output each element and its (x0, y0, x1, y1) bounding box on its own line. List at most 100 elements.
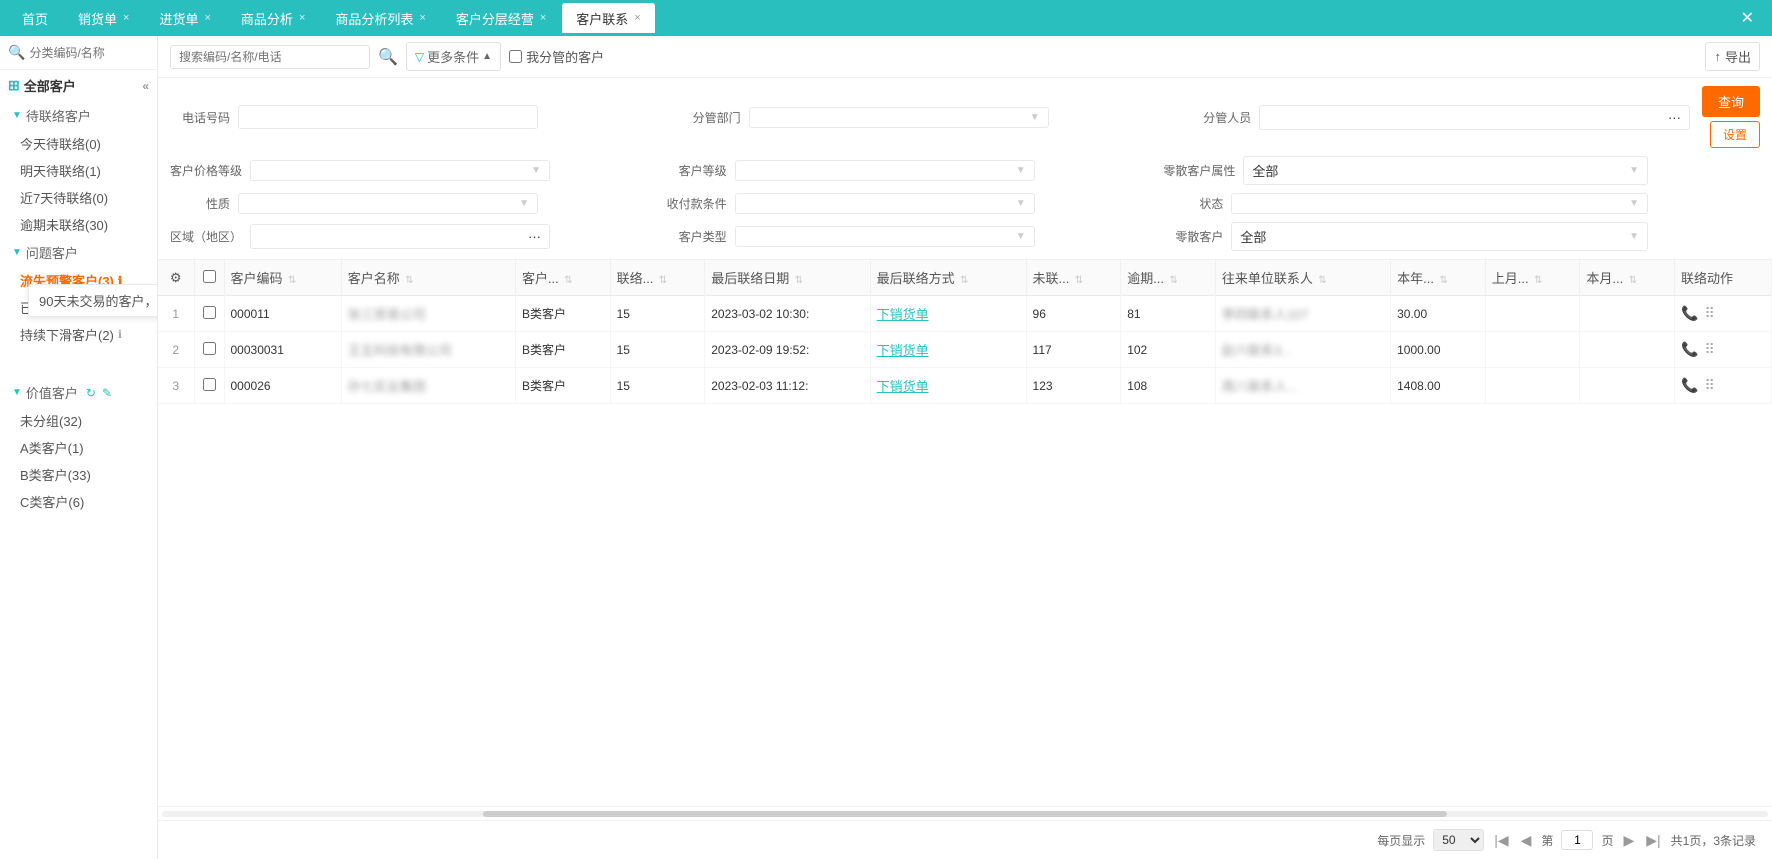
th-this-month-sort[interactable]: ⇅ (1629, 275, 1637, 286)
my-customer-checkbox[interactable] (509, 50, 522, 63)
th-code: 客户编码 ⇅ (224, 260, 341, 296)
page-prev-button[interactable]: ◀ (1519, 832, 1534, 849)
section-pending-label: 待联络客户 (26, 106, 91, 125)
sidebar-item-tomorrow[interactable]: 明天待联络(1) (0, 157, 157, 184)
row-3-phone-icon[interactable]: 📞 (1681, 377, 1698, 394)
sidebar-item-declining[interactable]: 持续下滑客户(2) ℹ (0, 321, 157, 348)
th-unlinking: 未联... ⇅ (1026, 260, 1121, 296)
sidebar-search-input[interactable] (29, 46, 149, 60)
select-all-checkbox[interactable] (203, 270, 216, 283)
row-2-type: B类客户 (515, 332, 610, 368)
tab-customer-contact[interactable]: 客户联系 × (562, 3, 654, 33)
sidebar-item-7days[interactable]: 近7天待联络(0) (0, 184, 157, 211)
filter-select-region[interactable]: ··· (250, 224, 550, 249)
per-page-select[interactable]: 50 100 200 (1433, 829, 1484, 851)
th-last-month-sort[interactable]: ⇅ (1534, 275, 1542, 286)
row-3-year-amount: 1408.00 (1391, 368, 1486, 404)
sidebar-root-item[interactable]: ⊞ 全部客户 « (0, 70, 157, 101)
filter-select-customer-grade[interactable]: ▼ (735, 160, 1035, 181)
row-1-phone-icon[interactable]: 📞 (1681, 305, 1698, 322)
th-last-date-sort[interactable]: ⇅ (795, 275, 803, 286)
gear-icon[interactable]: ⚙ (170, 270, 182, 285)
filter-select-status[interactable]: ▼ (1231, 193, 1648, 214)
tab-product-analysis[interactable]: 商品分析 × (227, 3, 319, 33)
value-refresh-icon[interactable]: ↻ (86, 386, 96, 400)
filter-select-price-grade[interactable]: ▼ (250, 160, 550, 181)
page-first-button[interactable]: |◀ (1492, 832, 1510, 849)
row-3-checkbox[interactable] (203, 378, 216, 391)
sidebar-section-problem[interactable]: ▼ 问题客户 (0, 238, 157, 267)
table-header-row: ⚙ 客户编码 ⇅ 客户名称 ⇅ (158, 260, 1772, 296)
tab-product-list-close[interactable]: × (419, 12, 425, 24)
filter-top-bar: 🔍 ▽ 更多条件 ▲ 我分管的客户 ↑ 导出 (158, 36, 1772, 78)
row-2-checkbox[interactable] (203, 342, 216, 355)
tab-purchase-close[interactable]: × (204, 12, 210, 24)
more-filter-button[interactable]: ▽ 更多条件 ▲ (406, 42, 501, 71)
filter-label-payment: 收付款条件 (667, 195, 727, 212)
tab-sales[interactable]: 销货单 × (64, 3, 143, 33)
filter-input-phone[interactable] (238, 105, 538, 129)
retail-customer-value: 全部 (1240, 227, 1629, 246)
sidebar-item-class-b[interactable]: B类客户(33) (0, 461, 157, 488)
page-last-button[interactable]: ▶| (1644, 832, 1662, 849)
th-contact-sort[interactable]: ⇅ (659, 275, 667, 286)
filter-field-customer-grade: 客户等级 ▼ (667, 160, 1152, 181)
th-name-sort[interactable]: ⇅ (405, 275, 413, 286)
th-last-method-sort[interactable]: ⇅ (960, 275, 968, 286)
tab-purchase[interactable]: 进货单 × (145, 3, 224, 33)
filter-select-retail-customer[interactable]: 全部 ▼ (1231, 222, 1648, 251)
sidebar-item-class-c[interactable]: C类客户(6) (0, 488, 157, 515)
sidebar-section-value[interactable]: ▼ 价值客户 ↻ ✎ (0, 378, 157, 407)
setting-button[interactable]: 设置 (1710, 121, 1760, 148)
filter-search-input[interactable] (170, 45, 370, 69)
filter-select-customer-type[interactable]: ▼ (735, 226, 1035, 247)
page-next-button[interactable]: ▶ (1621, 832, 1636, 849)
row-3-more-icon[interactable]: ⠿ (1704, 377, 1714, 394)
th-year-sort[interactable]: ⇅ (1439, 275, 1447, 286)
sidebar-section-pending[interactable]: ▼ 待联络客户 (0, 101, 157, 130)
filter-select-payment[interactable]: ▼ (735, 193, 1035, 214)
tab-customer-contact-close[interactable]: × (634, 12, 640, 24)
sidebar-item-ungroup[interactable]: 未分组(32) (0, 407, 157, 434)
row-1-method-link[interactable]: 下销货单 (877, 307, 929, 322)
tab-sales-close[interactable]: × (123, 12, 129, 24)
tab-product-list[interactable]: 商品分析列表 × (321, 3, 439, 33)
value-edit-icon[interactable]: ✎ (102, 386, 112, 400)
export-button[interactable]: ↑ 导出 (1705, 42, 1760, 71)
my-customer-checkbox-area[interactable]: 我分管的客户 (509, 47, 604, 66)
sidebar-collapse-icon[interactable]: « (142, 79, 149, 93)
row-2-more-icon[interactable]: ⠿ (1704, 341, 1714, 358)
row-2-method-link[interactable]: 下销货单 (877, 343, 929, 358)
filter-funnel-icon: ▽ (415, 50, 424, 64)
th-person-sort[interactable]: ⇅ (1318, 275, 1326, 286)
filter-search-button[interactable]: 🔍 (378, 47, 398, 67)
row-3-method-link[interactable]: 下销货单 (877, 379, 929, 394)
tab-product-analysis-close[interactable]: × (299, 12, 305, 24)
page-input[interactable] (1561, 830, 1593, 850)
th-unlinking-sort[interactable]: ⇅ (1075, 275, 1083, 286)
query-button[interactable]: 查询 (1702, 86, 1760, 117)
filter-label-retail-attr: 零散客户属性 (1163, 162, 1235, 179)
tab-home[interactable]: 首页 (8, 3, 62, 33)
filter-select-person[interactable]: ··· (1259, 105, 1690, 130)
scroll-thumb[interactable] (483, 811, 1447, 817)
window-close-button[interactable]: ✕ (1731, 8, 1764, 28)
filter-select-nature[interactable]: ▼ (238, 193, 538, 214)
row-1-checkbox[interactable] (203, 306, 216, 319)
sidebar-item-overdue[interactable]: 逾期未联络(30) (0, 211, 157, 238)
sidebar-item-today[interactable]: 今天待联络(0) (0, 130, 157, 157)
th-type-sort[interactable]: ⇅ (564, 275, 572, 286)
th-overdue-sort[interactable]: ⇅ (1169, 275, 1177, 286)
row-3-action-icons: 📞 ⠿ (1681, 377, 1765, 394)
filter-select-dept[interactable]: ▼ (749, 107, 1049, 128)
row-1-more-icon[interactable]: ⠿ (1704, 305, 1714, 322)
th-code-sort[interactable]: ⇅ (288, 275, 296, 286)
row-2-phone-icon[interactable]: 📞 (1681, 341, 1698, 358)
filter-select-retail-attr[interactable]: 全部 ▼ (1243, 156, 1648, 185)
row-1-checkbox-cell (194, 296, 224, 332)
tab-customer-tier[interactable]: 客户分层经营 × (442, 3, 560, 33)
row-2-this-month (1580, 332, 1675, 368)
horizontal-scrollbar[interactable] (158, 806, 1772, 820)
tab-customer-tier-close[interactable]: × (540, 12, 546, 24)
sidebar-item-class-a[interactable]: A类客户(1) (0, 434, 157, 461)
